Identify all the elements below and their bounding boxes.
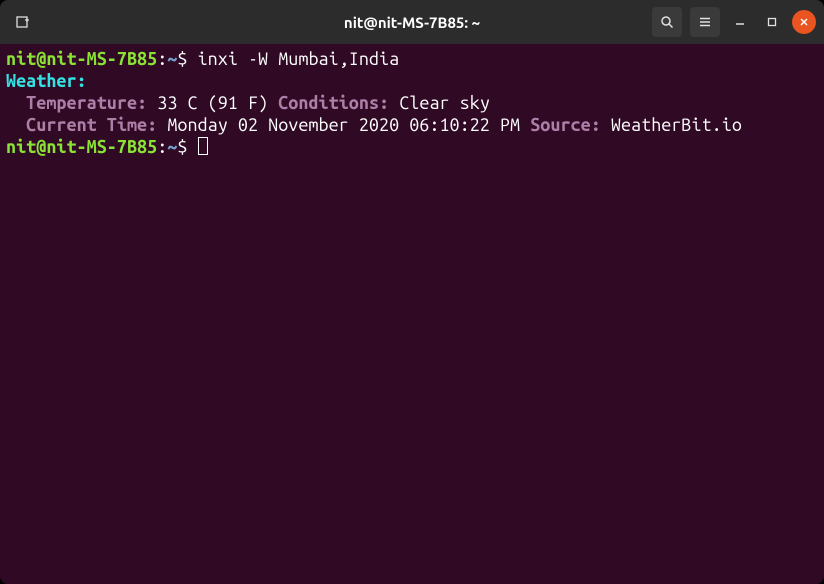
prompt-path-2: ~ (167, 137, 177, 157)
minimize-icon (735, 17, 745, 27)
titlebar-left (8, 7, 38, 37)
close-icon (799, 17, 809, 27)
maximize-button[interactable] (760, 10, 784, 34)
hamburger-icon (698, 15, 712, 29)
terminal-body[interactable]: nit@nit-MS-7B85:~$ inxi -W Mumbai,India … (0, 44, 824, 584)
terminal-window: nit@nit-MS-7B85: ~ (0, 0, 824, 584)
menu-button[interactable] (690, 7, 720, 37)
minimize-button[interactable] (728, 10, 752, 34)
titlebar: nit@nit-MS-7B85: ~ (0, 0, 824, 44)
prompt-symbol: $ (177, 49, 187, 69)
prompt-separator: : (157, 49, 167, 69)
prompt-path: ~ (167, 49, 177, 69)
conditions-label: Conditions: (278, 93, 389, 113)
current-time-value: Monday 02 November 2020 06:10:22 PM (167, 115, 520, 135)
source-value: WeatherBit.io (611, 115, 742, 135)
close-button[interactable] (792, 10, 816, 34)
titlebar-right (652, 7, 816, 37)
temperature-label: Temperature: (26, 93, 147, 113)
command-text: inxi -W Mumbai,India (187, 49, 399, 69)
search-icon (660, 15, 674, 29)
current-time-label: Current Time: (26, 115, 157, 135)
cursor (198, 137, 208, 155)
window-title: nit@nit-MS-7B85: ~ (344, 14, 480, 31)
new-tab-icon (15, 14, 31, 30)
search-button[interactable] (652, 7, 682, 37)
weather-header: Weather: (6, 71, 87, 91)
prompt-user-host: nit@nit-MS-7B85 (6, 49, 157, 69)
prompt-symbol-2: $ (177, 137, 187, 157)
maximize-icon (767, 17, 777, 27)
prompt-user-host-2: nit@nit-MS-7B85 (6, 137, 157, 157)
new-tab-button[interactable] (8, 7, 38, 37)
source-label: Source: (530, 115, 601, 135)
conditions-value: Clear sky (399, 93, 490, 113)
temperature-value: 33 C (91 F) (157, 93, 268, 113)
prompt-separator-2: : (157, 137, 167, 157)
